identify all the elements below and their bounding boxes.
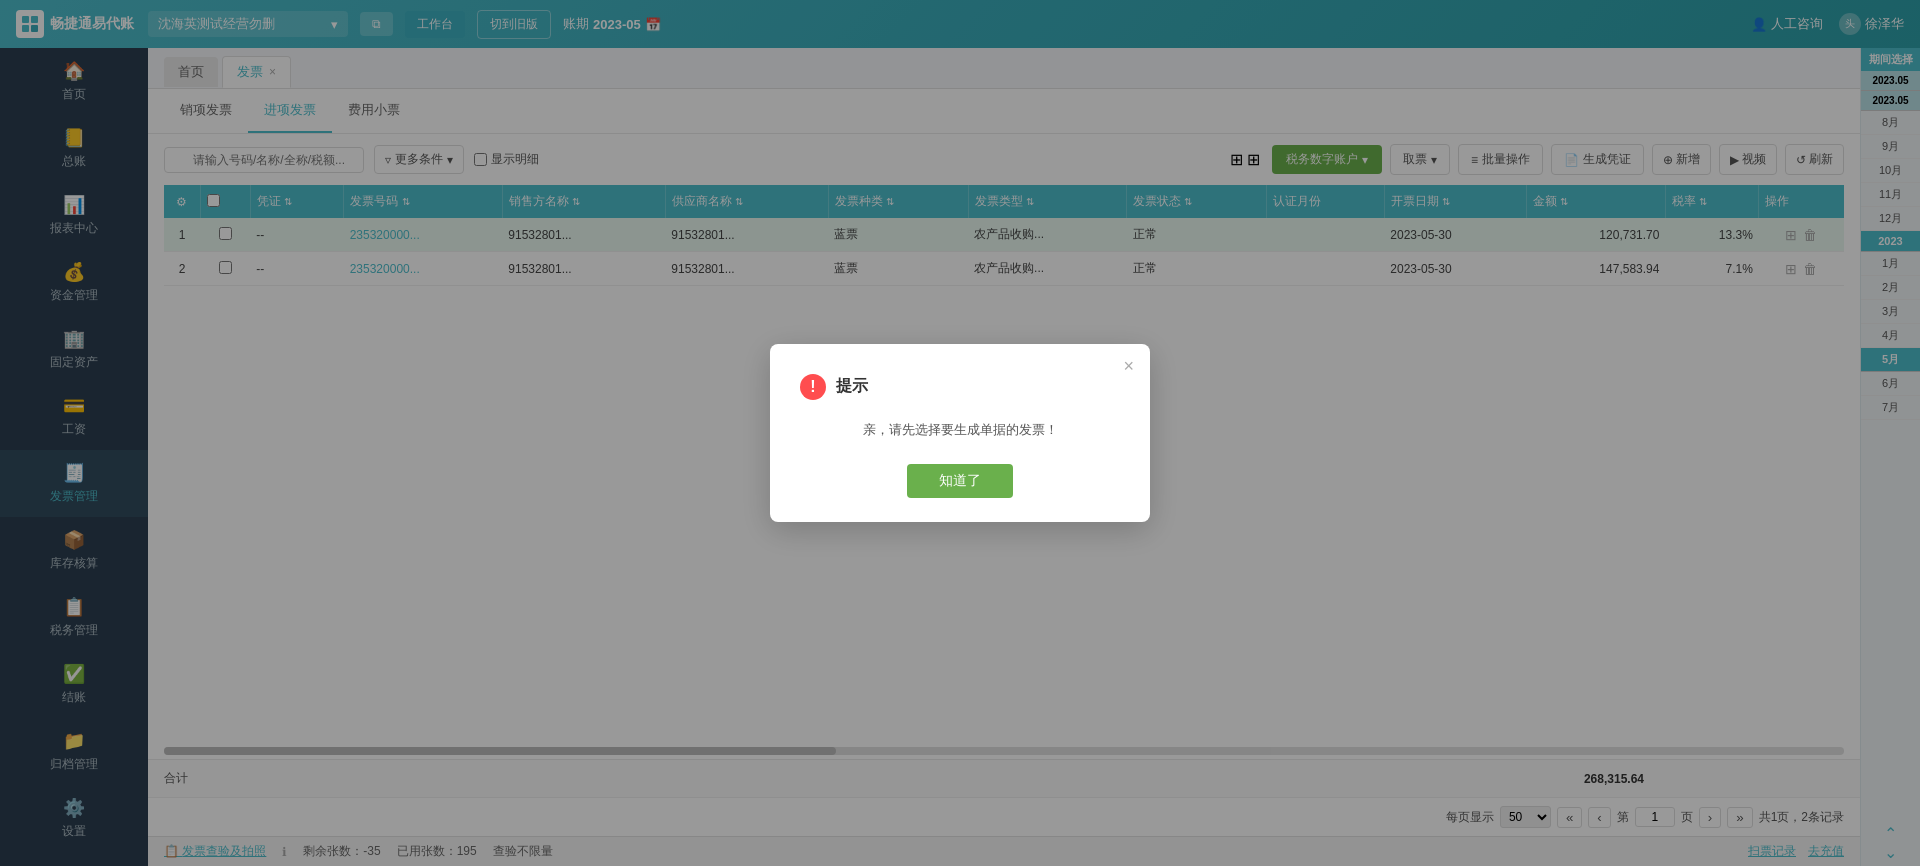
- modal-confirm-button[interactable]: 知道了: [907, 464, 1013, 498]
- modal-body: 亲，请先选择要生成单据的发票！: [800, 420, 1120, 441]
- modal-title: 提示: [836, 376, 868, 397]
- modal-box: × ! 提示 亲，请先选择要生成单据的发票！ 知道了: [770, 344, 1150, 523]
- modal-title-row: ! 提示: [800, 374, 1120, 400]
- modal-footer: 知道了: [800, 464, 1120, 498]
- modal-overlay[interactable]: × ! 提示 亲，请先选择要生成单据的发票！ 知道了: [0, 0, 1920, 866]
- modal-warning-icon: !: [800, 374, 826, 400]
- modal-close-button[interactable]: ×: [1123, 356, 1134, 377]
